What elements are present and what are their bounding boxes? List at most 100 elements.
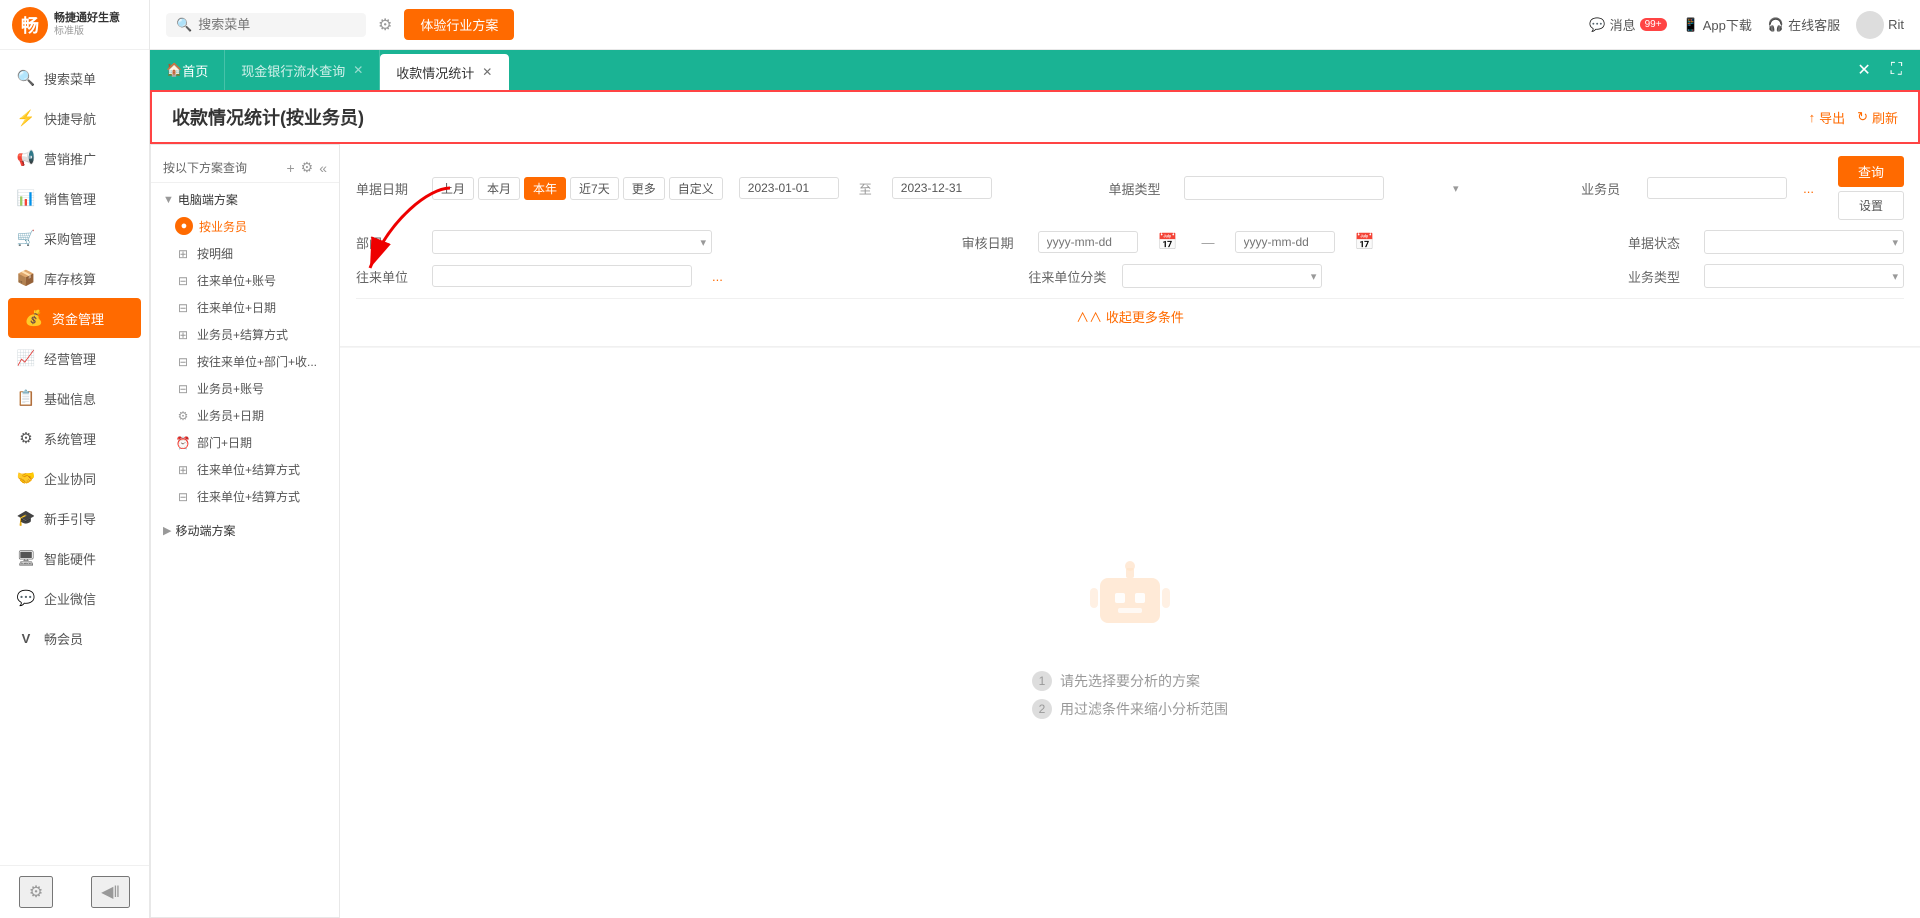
panel-group-desktop: ▼ 电脑端方案 ● 按业务员 ⊞ 按明细 ⊟ [151, 183, 339, 514]
sidebar-item-search[interactable]: 🔍 搜索菜单 [0, 58, 149, 98]
date-tab-7days[interactable]: 近7天 [570, 177, 619, 200]
system-icon: ⚙ [16, 428, 36, 448]
review-date-to-input[interactable] [1235, 231, 1335, 253]
date-to-input[interactable] [892, 177, 992, 199]
topbar-gear-icon[interactable]: ⚙ [378, 15, 392, 35]
salesperson-more[interactable]: ... [1803, 181, 1814, 196]
date-from-input[interactable] [739, 177, 839, 199]
user-avatar[interactable]: Rit [1856, 11, 1904, 39]
sidebar-item-hardware[interactable]: 🖥 智能硬件 [0, 538, 149, 578]
panel-item-salesperson-account[interactable]: ⊟ 业务员+账号 [151, 375, 339, 402]
panel-group-header-desktop[interactable]: ▼ 电脑端方案 [151, 187, 339, 212]
guide-icon: 🎓 [16, 508, 36, 528]
close-all-button[interactable]: ✕ [1851, 58, 1876, 82]
partner-more[interactable]: ... [712, 269, 723, 284]
panel-group-header-mobile[interactable]: ▶ 移动端方案 [151, 518, 339, 543]
date-tab-this-month[interactable]: 本月 [478, 177, 520, 200]
review-date-from-input[interactable] [1038, 231, 1138, 253]
panel-item-salesperson-settlement[interactable]: ⊞ 业务员+结算方式 [151, 321, 339, 348]
salesperson-input[interactable] [1647, 177, 1787, 199]
sidebar-item-label: 快捷导航 [44, 109, 96, 128]
app-download-button[interactable]: 📱 App下载 [1683, 15, 1752, 34]
sidebar-item-label: 企业微信 [44, 589, 96, 608]
panel-item-label: 部门+日期 [197, 434, 252, 451]
query-button[interactable]: 查询 [1838, 156, 1904, 187]
panel-item-by-detail[interactable]: ⊞ 按明细 [151, 240, 339, 267]
notification-button[interactable]: 💬 消息 99+ [1589, 15, 1666, 34]
search-input[interactable] [198, 17, 338, 32]
table-icon: ⊟ [175, 273, 191, 289]
panel-item-partner-settlement1[interactable]: ⊞ 往来单位+结算方式 [151, 456, 339, 483]
maximize-button[interactable]: ⛶ [1885, 59, 1908, 81]
partner-category-select[interactable] [1122, 264, 1322, 288]
sidebar-item-marketing[interactable]: 📢 营销推广 [0, 138, 149, 178]
panel-item-partner-account[interactable]: ⊟ 往来单位+账号 [151, 267, 339, 294]
sidebar-settings-button[interactable]: ⚙ [19, 876, 53, 908]
dept-select-wrapper [432, 230, 712, 254]
date-tab-this-year[interactable]: 本年 [524, 177, 566, 200]
hardware-icon: 🖥 [16, 548, 36, 568]
settings-button[interactable]: 设置 [1838, 191, 1904, 220]
panel-item-by-salesperson[interactable]: ● 按业务员 [151, 212, 339, 240]
sidebar-item-enterprise[interactable]: 🤝 企业协同 [0, 458, 149, 498]
collapse-bar[interactable]: ∧∧ 收起更多条件 [356, 298, 1904, 334]
basicinfo-icon: 📋 [16, 388, 36, 408]
panel-header: 按以下方案查询 + ⚙ « [151, 153, 339, 183]
panel-item-salesperson-date[interactable]: ⚙ 业务员+日期 [151, 402, 339, 429]
tab-close-icon[interactable]: ✕ [353, 63, 363, 77]
panel-item-partner-date[interactable]: ⊟ 往来单位+日期 [151, 294, 339, 321]
refresh-button[interactable]: ↻ 刷新 [1857, 108, 1898, 127]
panel-collapse-button[interactable]: « [319, 159, 327, 176]
filter-row-date: 单据日期 上月 本月 本年 近7天 更多 自定义 至 [356, 156, 1904, 220]
dept-select[interactable] [432, 230, 712, 254]
empty-hint-1: 1 请先选择要分析的方案 [1032, 671, 1228, 691]
sidebar-item-finance[interactable]: 💰 资金管理 [8, 298, 141, 338]
search-icon: 🔍 [176, 17, 192, 33]
empty-robot-icon [1080, 548, 1180, 651]
sidebar-item-label: 营销推广 [44, 149, 96, 168]
panel-item-partner-dept-collection[interactable]: ⊟ 按往来单位+部门+收... [151, 348, 339, 375]
panel-add-button[interactable]: + [286, 159, 294, 176]
sidebar-item-label: 企业协同 [44, 469, 96, 488]
export-button[interactable]: ↑ 导出 [1809, 108, 1846, 127]
tab-close-icon[interactable]: ✕ [482, 65, 492, 79]
panel-item-label: 往来单位+结算方式 [197, 461, 300, 478]
panel-item-partner-settlement2[interactable]: ⊟ 往来单位+结算方式 [151, 483, 339, 510]
sidebar-item-quicknav[interactable]: ⚡ 快捷导航 [0, 98, 149, 138]
topbar-right: 💬 消息 99+ 📱 App下载 🎧 在线客服 Rit [1589, 11, 1904, 39]
date-tab-last-month[interactable]: 上月 [432, 177, 474, 200]
sidebar-item-inventory[interactable]: 📦 库存核算 [0, 258, 149, 298]
sidebar-item-operations[interactable]: 📈 经营管理 [0, 338, 149, 378]
tab-home[interactable]: 🏠 首页 [150, 50, 225, 90]
tab-bank[interactable]: 现金银行流水查询 ✕ [225, 50, 380, 90]
hint-num-1: 1 [1032, 671, 1052, 691]
sidebar-item-basicinfo[interactable]: 📋 基础信息 [0, 378, 149, 418]
inventory-icon: 📦 [16, 268, 36, 288]
panel-settings-button[interactable]: ⚙ [301, 159, 314, 176]
online-service-button[interactable]: 🎧 在线客服 [1768, 15, 1840, 34]
biz-type-select[interactable] [1704, 264, 1904, 288]
sidebar-item-purchase[interactable]: 🛒 采购管理 [0, 218, 149, 258]
sidebar-item-system[interactable]: ⚙ 系统管理 [0, 418, 149, 458]
doc-status-select[interactable] [1704, 230, 1904, 254]
tab-collection[interactable]: 收款情况统计 ✕ [380, 54, 509, 90]
date-tab-custom[interactable]: 自定义 [669, 177, 723, 200]
trial-button[interactable]: 体验行业方案 [404, 9, 514, 40]
doc-type-select[interactable] [1184, 176, 1384, 200]
panel-header-actions: + ⚙ « [286, 159, 327, 176]
sidebar-item-sales[interactable]: 📊 销售管理 [0, 178, 149, 218]
sidebar-bottom: ⚙ ◀‖ [0, 865, 149, 918]
panel-item-dept-date[interactable]: ⏰ 部门+日期 [151, 429, 339, 456]
sidebar-item-weixin[interactable]: 💬 企业微信 [0, 578, 149, 618]
sidebar-nav: 🔍 搜索菜单 ⚡ 快捷导航 📢 营销推广 📊 销售管理 🛒 采购管理 📦 [0, 50, 149, 865]
sidebar-item-label: 搜索菜单 [44, 69, 96, 88]
grid-icon: ⊞ [175, 462, 191, 478]
weixin-icon: 💬 [16, 588, 36, 608]
sidebar: 畅 畅捷通好生意 标准版 🔍 搜索菜单 ⚡ 快捷导航 📢 营销推广 📊 销售管理 [0, 0, 150, 918]
sidebar-item-vip[interactable]: V 畅会员 [0, 618, 149, 658]
sidebar-item-guide[interactable]: 🎓 新手引导 [0, 498, 149, 538]
partner-input[interactable] [432, 265, 692, 287]
avatar [1856, 11, 1884, 39]
date-tab-more[interactable]: 更多 [623, 177, 665, 200]
sidebar-collapse-button[interactable]: ◀‖ [91, 876, 130, 908]
